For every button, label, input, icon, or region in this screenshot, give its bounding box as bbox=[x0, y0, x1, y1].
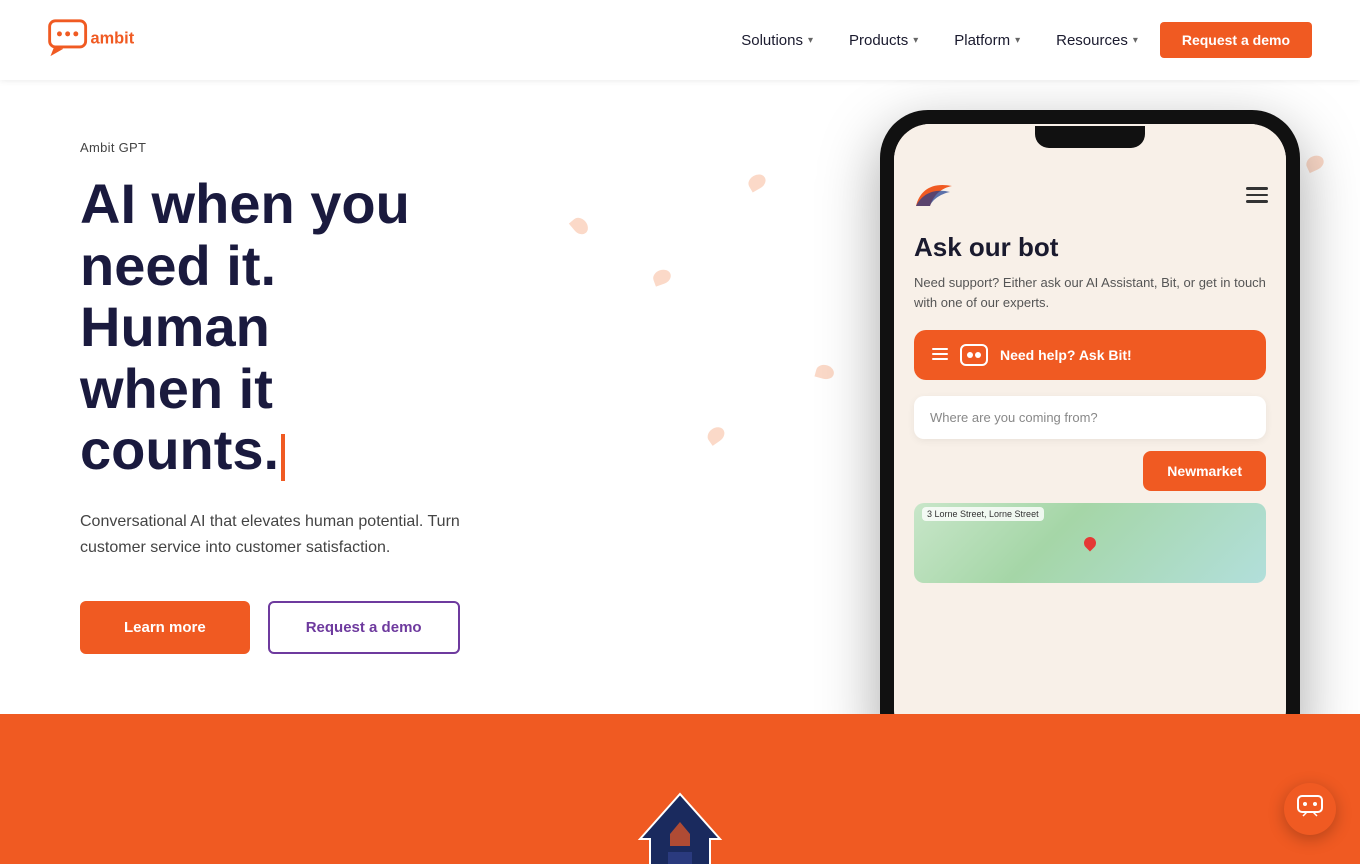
phone-hamburger-icon bbox=[1246, 187, 1268, 203]
nav-label-resources: Resources bbox=[1056, 32, 1128, 49]
ambit-logo-svg: ambit bbox=[48, 14, 138, 66]
hero-title-line2: need it. Human bbox=[80, 234, 276, 359]
phone-chat-input: Where are you coming from? bbox=[914, 396, 1266, 439]
phone-chat-title: Ask our bot bbox=[914, 232, 1266, 263]
orange-section bbox=[0, 714, 1360, 864]
nav-item-resources[interactable]: Resources ▾ bbox=[1042, 24, 1152, 57]
decor-dot bbox=[569, 215, 591, 238]
nav-item-platform[interactable]: Platform ▾ bbox=[940, 24, 1034, 57]
nav-cta-label: Request a demo bbox=[1182, 32, 1290, 48]
hero-buttons: Learn more Request a demo bbox=[80, 601, 480, 654]
hero-title-line1: AI when you bbox=[80, 172, 410, 235]
nav-item-solutions[interactable]: Solutions ▾ bbox=[727, 24, 827, 57]
hero-title-line3: when it counts. bbox=[80, 357, 279, 482]
nav-item-products[interactable]: Products ▾ bbox=[835, 24, 932, 57]
hero-section: Ambit GPT AI when you need it. Human whe… bbox=[0, 80, 1360, 714]
chevron-down-icon: ▾ bbox=[1133, 35, 1138, 46]
decor-dot bbox=[651, 267, 673, 286]
nav-links: Solutions ▾ Products ▾ Platform ▾ Resour… bbox=[727, 22, 1312, 58]
learn-more-button[interactable]: Learn more bbox=[80, 601, 250, 654]
nav-link-solutions[interactable]: Solutions ▾ bbox=[727, 24, 827, 57]
nav-label-platform: Platform bbox=[954, 32, 1010, 49]
chat-bot-icon bbox=[960, 344, 988, 366]
phone-map: 3 Lorne Street, Lorne Street bbox=[914, 503, 1266, 583]
phone-mockup: Ask our bot Need support? Either ask our… bbox=[880, 110, 1300, 714]
phone-chat-bar: Need help? Ask Bit! bbox=[914, 330, 1266, 380]
chevron-down-icon: ▾ bbox=[808, 35, 813, 46]
phone-map-label: 3 Lorne Street, Lorne Street bbox=[922, 507, 1044, 521]
hero-title: AI when you need it. Human when it count… bbox=[80, 173, 480, 481]
phone-notch bbox=[1035, 126, 1145, 148]
text-cursor bbox=[281, 434, 285, 482]
chat-bar-hamburger-icon bbox=[932, 348, 948, 363]
decor-dot bbox=[1303, 153, 1325, 173]
nav-cta-button[interactable]: Request a demo bbox=[1160, 22, 1312, 58]
request-demo-button[interactable]: Request a demo bbox=[268, 601, 460, 654]
decor-dot bbox=[705, 425, 728, 447]
chat-widget-button[interactable] bbox=[1284, 783, 1336, 835]
navbar: ambit Solutions ▾ Products ▾ Platform ▾ bbox=[0, 0, 1360, 80]
chat-widget-icon bbox=[1297, 795, 1323, 823]
chat-bar-label: Need help? Ask Bit! bbox=[1000, 347, 1132, 363]
nav-link-resources[interactable]: Resources ▾ bbox=[1042, 24, 1152, 57]
decor-dot bbox=[814, 363, 835, 381]
nav-label-solutions: Solutions bbox=[741, 32, 803, 49]
nav-link-platform[interactable]: Platform ▾ bbox=[940, 24, 1034, 57]
phone-frame: Ask our bot Need support? Either ask our… bbox=[880, 110, 1300, 714]
chevron-down-icon: ▾ bbox=[913, 35, 918, 46]
phone-chat-subtitle: Need support? Either ask our AI Assistan… bbox=[914, 273, 1266, 312]
phone-chat-area: Ask our bot Need support? Either ask our… bbox=[894, 222, 1286, 583]
nav-link-products[interactable]: Products ▾ bbox=[835, 24, 932, 57]
logo[interactable]: ambit bbox=[48, 14, 138, 66]
phone-answer-button: Newmarket bbox=[1143, 451, 1266, 491]
hero-content: Ambit GPT AI when you need it. Human whe… bbox=[0, 80, 480, 714]
svg-text:ambit: ambit bbox=[91, 30, 135, 48]
hero-tag: Ambit GPT bbox=[80, 140, 480, 155]
house-icon bbox=[630, 784, 730, 864]
hero-description: Conversational AI that elevates human po… bbox=[80, 509, 480, 560]
nav-cta-item[interactable]: Request a demo bbox=[1160, 22, 1312, 58]
chevron-down-icon: ▾ bbox=[1015, 35, 1020, 46]
decor-dot bbox=[746, 171, 769, 192]
nav-label-products: Products bbox=[849, 32, 908, 49]
phone-screen: Ask our bot Need support? Either ask our… bbox=[894, 124, 1286, 714]
phone-app-logo bbox=[912, 180, 956, 210]
